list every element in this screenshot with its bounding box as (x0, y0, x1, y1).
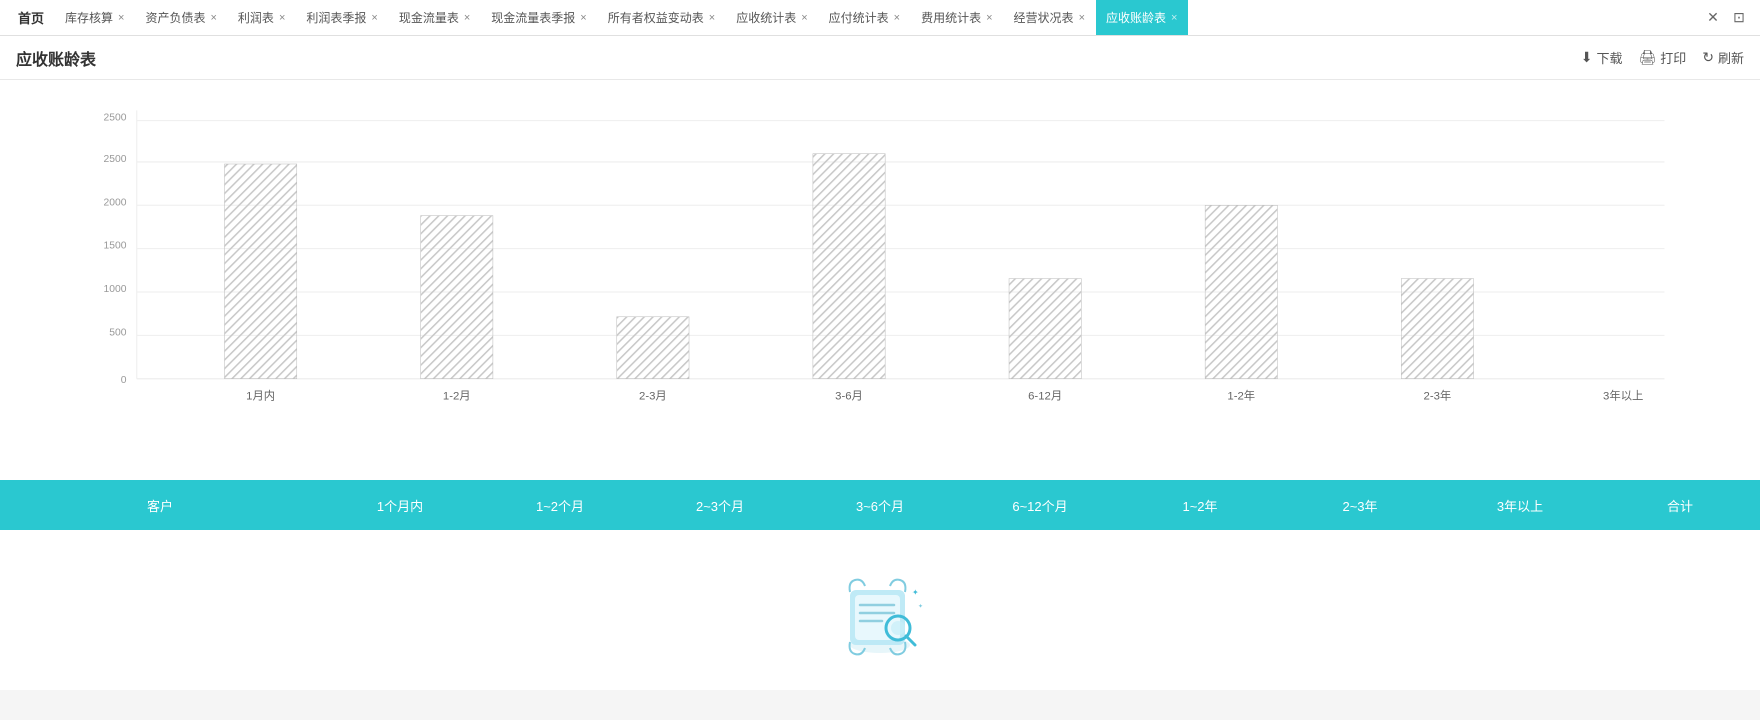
tab-equity-close[interactable]: × (709, 12, 715, 24)
svg-text:2-3月: 2-3月 (639, 390, 667, 402)
col-2-3month: 2~3个月 (640, 496, 800, 515)
tab-cashflow[interactable]: 现金流量表 × (389, 0, 481, 36)
svg-text:2-3年: 2-3年 (1424, 388, 1452, 402)
col-total: 合计 (1600, 496, 1760, 515)
tab-ar-stat[interactable]: 应收统计表 × (726, 0, 818, 36)
col-1-2month: 1~2个月 (480, 496, 640, 515)
col-3year-plus: 3年以上 (1440, 496, 1600, 515)
tab-home[interactable]: 首页 (8, 0, 55, 36)
tab-ap-stat-label: 应付统计表 (829, 9, 889, 26)
tab-profit-close[interactable]: × (279, 12, 285, 24)
print-icon: 🖨 (1638, 49, 1656, 66)
svg-text:2500: 2500 (103, 154, 126, 165)
window-close-btn[interactable]: ✕ (1704, 9, 1722, 27)
svg-text:1-2月: 1-2月 (443, 390, 471, 402)
tab-profit[interactable]: 利润表 × (228, 0, 296, 36)
tab-cashflow-label: 现金流量表 (399, 9, 459, 26)
svg-text:2500: 2500 (103, 113, 126, 124)
svg-text:1-2年: 1-2年 (1227, 388, 1255, 402)
tab-cashflow-quarterly-close[interactable]: × (580, 12, 586, 24)
header-actions: ⬇ 下载 🖨 打印 ↻ 刷新 (1581, 48, 1744, 67)
tab-ar-stat-close[interactable]: × (801, 12, 807, 24)
empty-state: ✦ ✦ (0, 530, 1760, 690)
empty-icon: ✦ ✦ (830, 570, 930, 660)
col-1month: 1个月内 (320, 496, 480, 515)
tab-cashflow-quarterly[interactable]: 现金流量表季报 × (481, 0, 597, 36)
bar-6-12月 (1009, 279, 1081, 379)
tab-profit-quarterly-close[interactable]: × (371, 12, 377, 24)
tab-home-label: 首页 (18, 8, 44, 27)
svg-text:3年以上: 3年以上 (1603, 388, 1643, 402)
table-header: 客户 1个月内 1~2个月 2~3个月 3~6个月 6~12个月 1~2年 2~… (0, 480, 1760, 530)
tab-operation-label: 经营状况表 (1014, 9, 1074, 26)
tab-balance-sheet[interactable]: 资产负债表 × (135, 0, 227, 36)
bar-1月内 (225, 164, 297, 379)
refresh-btn[interactable]: ↻ 刷新 (1702, 48, 1744, 67)
download-icon: ⬇ (1581, 49, 1593, 66)
tab-balance-sheet-close[interactable]: × (210, 12, 216, 24)
tab-profit-quarterly[interactable]: 利润表季报 × (296, 0, 388, 36)
svg-text:1500: 1500 (103, 241, 126, 252)
bar-1-2月 (421, 216, 493, 379)
bar-3-6月 (813, 154, 885, 379)
tab-equity-label: 所有者权益变动表 (608, 9, 704, 26)
window-maximize-btn[interactable]: ⊡ (1730, 9, 1748, 27)
tab-ap-stat[interactable]: 应付统计表 × (819, 0, 911, 36)
page-title: 应收账龄表 (16, 46, 96, 70)
download-btn[interactable]: ⬇ 下载 (1581, 48, 1623, 67)
tab-inventory[interactable]: 库存核算 × (55, 0, 135, 36)
bar-1-2年 (1205, 205, 1277, 378)
download-label: 下载 (1596, 48, 1622, 67)
col-2-3year: 2~3年 (1280, 496, 1440, 515)
tab-profit-quarterly-label: 利润表季报 (306, 9, 366, 26)
tab-ar-aging-label: 应收账龄表 (1106, 9, 1166, 26)
tab-ar-stat-label: 应收统计表 (736, 9, 796, 26)
print-btn[interactable]: 🖨 打印 (1638, 48, 1686, 67)
bar-2-3月 (617, 317, 689, 379)
tab-inventory-close[interactable]: × (118, 12, 124, 24)
svg-text:1月内: 1月内 (246, 388, 275, 402)
svg-text:✦: ✦ (912, 588, 919, 597)
window-controls: ✕ ⊡ (1704, 9, 1752, 27)
tab-profit-label: 利润表 (238, 9, 274, 26)
col-6-12month: 6~12个月 (960, 496, 1120, 515)
col-3-6month: 3~6个月 (800, 496, 960, 515)
refresh-label: 刷新 (1718, 48, 1744, 67)
svg-text:500: 500 (109, 327, 126, 338)
tab-operation-close[interactable]: × (1079, 12, 1085, 24)
col-1-2year: 1~2年 (1120, 496, 1280, 515)
refresh-icon: ↻ (1702, 49, 1714, 66)
tab-bar: 首页 库存核算 × 资产负债表 × 利润表 × 利润表季报 × 现金流量表 × … (0, 0, 1760, 36)
svg-text:2000: 2000 (103, 197, 126, 208)
tab-expense-stat-label: 费用统计表 (921, 9, 981, 26)
tab-balance-sheet-label: 资产负债表 (145, 9, 205, 26)
svg-text:1000: 1000 (103, 284, 126, 295)
tab-expense-stat[interactable]: 费用统计表 × (911, 0, 1003, 36)
chart-area: 0 500 1000 1500 2000 2500 2500 (0, 80, 1760, 480)
tab-ar-aging-close[interactable]: × (1171, 12, 1177, 24)
main-content: 0 500 1000 1500 2000 2500 2500 (0, 80, 1760, 690)
tab-equity[interactable]: 所有者权益变动表 × (598, 0, 726, 36)
print-label: 打印 (1660, 48, 1686, 67)
col-customer: 客户 (0, 496, 320, 515)
svg-text:0: 0 (121, 375, 127, 386)
tab-cashflow-quarterly-label: 现金流量表季报 (491, 9, 575, 26)
bar-2-3年 (1401, 279, 1473, 379)
bar-chart: 0 500 1000 1500 2000 2500 2500 (40, 100, 1720, 420)
svg-text:6-12月: 6-12月 (1028, 390, 1062, 402)
tab-ap-stat-close[interactable]: × (894, 12, 900, 24)
tab-operation[interactable]: 经营状况表 × (1004, 0, 1096, 36)
tab-expense-stat-close[interactable]: × (986, 12, 992, 24)
page-header: 应收账龄表 ⬇ 下载 🖨 打印 ↻ 刷新 (0, 36, 1760, 80)
tab-cashflow-close[interactable]: × (464, 12, 470, 24)
tab-inventory-label: 库存核算 (65, 9, 113, 26)
tab-ar-aging[interactable]: 应收账龄表 × (1096, 0, 1188, 36)
svg-text:✦: ✦ (918, 603, 923, 610)
svg-text:3-6月: 3-6月 (835, 390, 863, 402)
